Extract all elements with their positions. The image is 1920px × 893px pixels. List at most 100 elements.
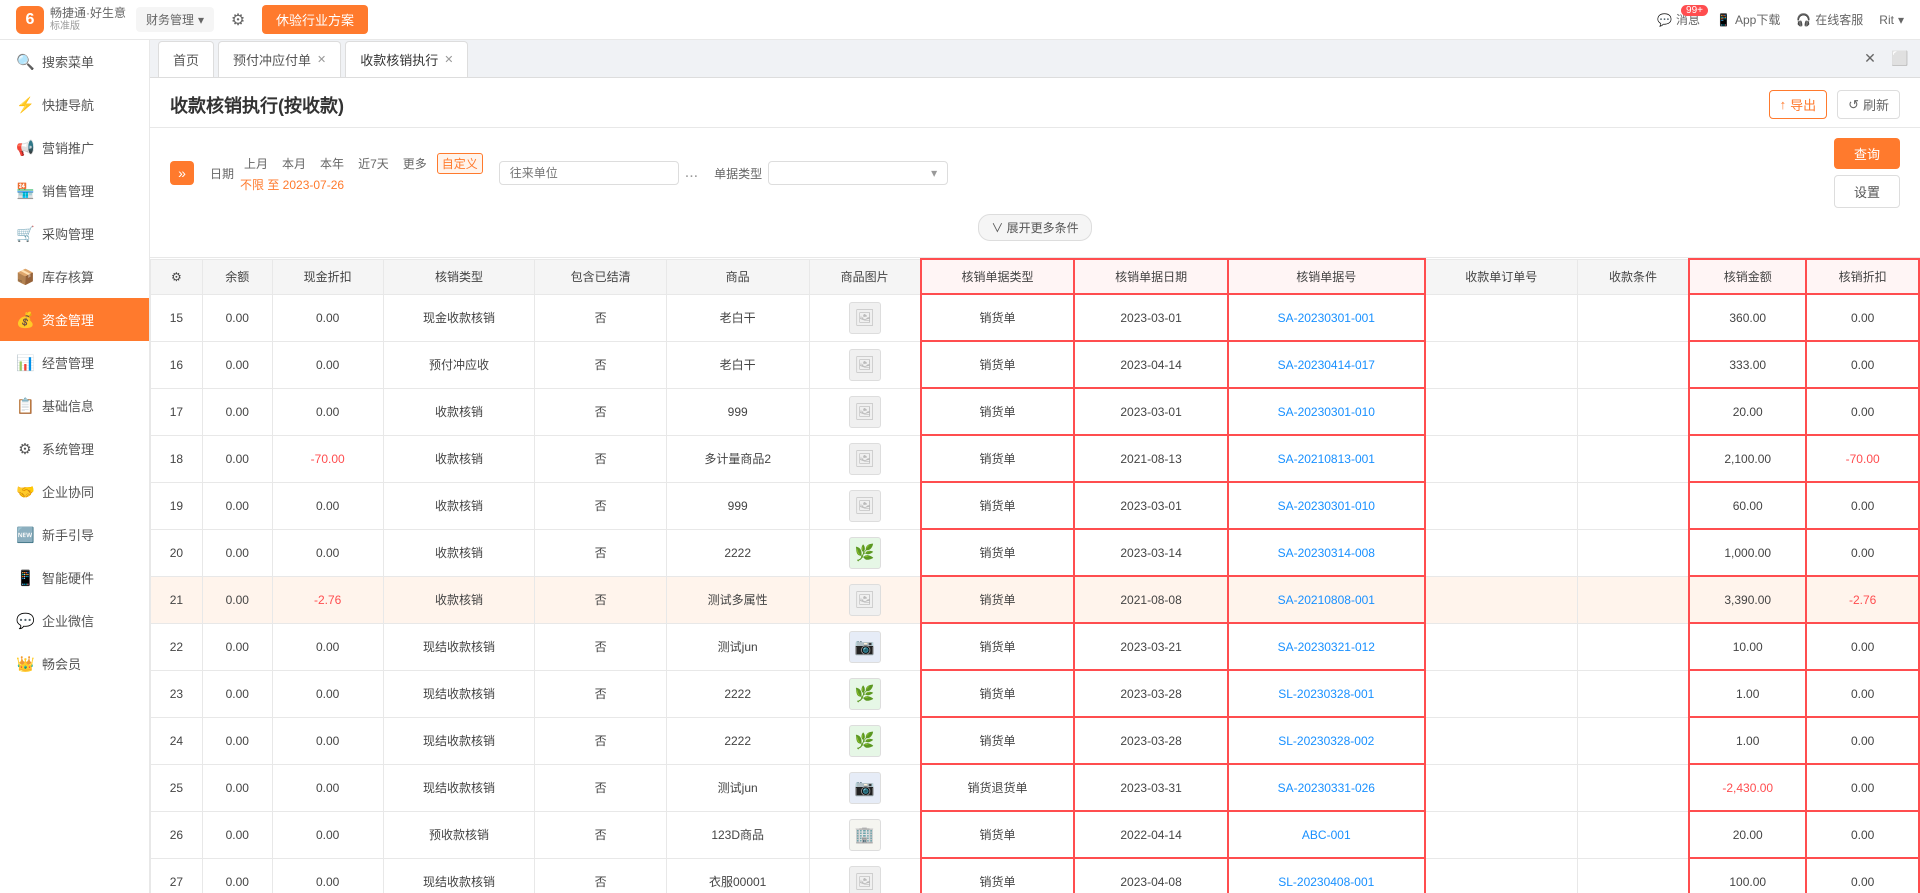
chevron-down-icon-voucher: ▾ [931,166,937,180]
product-img: 🖼 [849,584,881,616]
refresh-button[interactable]: ↺ 刷新 [1837,90,1900,119]
refresh-label: 刷新 [1863,95,1889,114]
cell-include-settled: 否 [535,670,666,717]
cell-cancel-voucher-date: 2021-08-08 [1074,576,1228,623]
date-7days[interactable]: 近7天 [354,154,393,173]
sidebar-label-quick-nav: 快捷导航 [42,95,94,114]
settings-button[interactable]: 设置 [1834,175,1900,208]
cell-cancel-amount: 2,100.00 [1689,435,1806,482]
voucher-no-link[interactable]: ABC-001 [1302,828,1351,842]
nav-dropdown[interactable]: 财务管理 ▾ [136,7,214,32]
sidebar-item-sales[interactable]: 🏪销售管理 [0,169,149,212]
sidebar-icon-enterprise: 🤝 [16,483,34,501]
cell-no: 25 [151,764,203,811]
voucher-no-link[interactable]: SA-20230331-026 [1278,781,1375,795]
cell-receipt-condition [1577,482,1689,529]
sidebar-item-search[interactable]: 🔍搜索菜单 [0,40,149,83]
tab-home[interactable]: 首页 [158,41,214,77]
voucher-no-link[interactable]: SA-20230414-017 [1278,358,1375,372]
unit-more-button[interactable]: ... [685,164,698,182]
logo-text: 畅捷通·好生意 标准版 [50,6,126,32]
maximize-button[interactable]: ⬜ [1888,47,1912,71]
date-custom[interactable]: 自定义 [437,153,483,174]
cell-receipt-order-no [1425,482,1578,529]
online-service-button[interactable]: 🎧 在线客服 [1796,11,1863,28]
date-last-month[interactable]: 上月 [240,154,272,173]
cell-cancel-type: 现结收款核销 [383,670,535,717]
date-range: 上月 本月 本年 近7天 更多 自定义 不限 至 2023-07-26 [240,153,483,193]
export-button[interactable]: ↑ 导出 [1769,90,1828,119]
close-window-button[interactable]: ✕ [1858,47,1882,71]
cell-cancel-voucher-date: 2023-04-08 [1074,858,1228,893]
sidebar-item-operations[interactable]: 📊经营管理 [0,341,149,384]
sidebar-label-system: 系统管理 [42,439,94,458]
cell-receipt-order-no [1425,529,1578,576]
cell-product-img: 📷 [809,764,921,811]
cell-balance: 0.00 [202,341,272,388]
voucher-type-select[interactable]: ▾ [768,161,948,185]
sidebar-item-finance[interactable]: 💰资金管理 [0,298,149,341]
voucher-no-link[interactable]: SA-20230301-001 [1278,311,1375,325]
voucher-no-link[interactable]: SL-20230328-001 [1278,687,1374,701]
sidebar-item-inventory[interactable]: 📦库存核算 [0,255,149,298]
sidebar-item-smart-hw[interactable]: 📱智能硬件 [0,556,149,599]
voucher-no-link[interactable]: SA-20210813-001 [1278,452,1375,466]
voucher-no-link[interactable]: SA-20210808-001 [1278,593,1375,607]
cell-include-settled: 否 [535,764,666,811]
sidebar-item-basic-info[interactable]: 📋基础信息 [0,384,149,427]
cell-cash-discount: -2.76 [272,576,383,623]
voucher-no-link[interactable]: SL-20230328-002 [1278,734,1374,748]
voucher-no-link[interactable]: SA-20230314-008 [1278,546,1375,560]
sidebar-item-enterprise[interactable]: 🤝企业协同 [0,470,149,513]
sidebar-item-marketing[interactable]: 📢营销推广 [0,126,149,169]
cell-cancel-voucher-no: SA-20230301-010 [1228,482,1425,529]
voucher-no-link[interactable]: SL-20230408-001 [1278,875,1374,889]
voucher-no-link[interactable]: SA-20230321-012 [1278,640,1375,654]
app-download-button[interactable]: 📱 App下载 [1716,11,1780,28]
expand-conditions-button[interactable]: ∨ 展开更多条件 [978,214,1091,241]
cell-balance: 0.00 [202,717,272,764]
tab-home-label: 首页 [173,50,199,69]
expand-conditions-row: ∨ 展开更多条件 [170,208,1900,247]
cell-cancel-amount: 1.00 [1689,670,1806,717]
table-row: 22 0.00 0.00 现结收款核销 否 测试jun 📷 销货单 2023-0… [151,623,1920,670]
sidebar-item-quick-nav[interactable]: ⚡快捷导航 [0,83,149,126]
cell-cancel-voucher-no: ABC-001 [1228,811,1425,858]
query-button[interactable]: 查询 [1834,138,1900,169]
sidebar-icon-inventory: 📦 [16,268,34,286]
sidebar-item-guide[interactable]: 🆕新手引导 [0,513,149,556]
tab-collection-close[interactable]: ✕ [444,53,453,66]
cell-balance: 0.00 [202,576,272,623]
top-bar: 6 畅捷通·好生意 标准版 财务管理 ▾ ⚙ 休验行业方案 💬 消息 99+ 📱… [0,0,1920,40]
col-cash-discount-header: 现金折扣 [272,259,383,294]
date-this-year[interactable]: 本年 [316,154,348,173]
tab-collection[interactable]: 收款核销执行 ✕ [345,41,468,77]
col-settings-header[interactable]: ⚙ [151,259,203,294]
filter-bar: » 日期 上月 本月 本年 近7天 更多 自定义 不限 至 2023-07-26 [150,128,1920,258]
tab-prepay[interactable]: 预付冲应付单 ✕ [218,41,341,77]
col-cancel-amount-header: 核销金额 [1689,259,1806,294]
user-menu[interactable]: Rit ▾ [1879,13,1904,27]
solution-button[interactable]: 休验行业方案 [262,5,368,34]
sidebar-item-system[interactable]: ⚙系统管理 [0,427,149,470]
sidebar-item-wechat[interactable]: 💬企业微信 [0,599,149,642]
date-more[interactable]: 更多 [399,154,431,173]
sidebar-item-member[interactable]: 👑畅会员 [0,642,149,685]
gear-button[interactable]: ⚙ [224,6,252,34]
date-this-month[interactable]: 本月 [278,154,310,173]
cell-cash-discount: -70.00 [272,435,383,482]
sidebar-item-purchase[interactable]: 🛒采购管理 [0,212,149,255]
cell-cancel-voucher-type: 销货单 [921,388,1075,435]
cell-cancel-type: 现结收款核销 [383,717,535,764]
cell-cancel-type: 现结收款核销 [383,858,535,893]
message-button[interactable]: 💬 消息 99+ [1657,11,1700,28]
date-current-value[interactable]: 不限 至 2023-07-26 [240,176,483,193]
voucher-no-link[interactable]: SA-20230301-010 [1278,405,1375,419]
voucher-no-link[interactable]: SA-20230301-010 [1278,499,1375,513]
product-img: 🖼 [849,396,881,428]
tab-prepay-close[interactable]: ✕ [317,53,326,66]
unit-input[interactable] [499,161,679,185]
cell-cash-discount: 0.00 [272,811,383,858]
filter-expand-button[interactable]: » [170,161,194,185]
table-row: 25 0.00 0.00 现结收款核销 否 测试jun 📷 销货退货单 2023… [151,764,1920,811]
